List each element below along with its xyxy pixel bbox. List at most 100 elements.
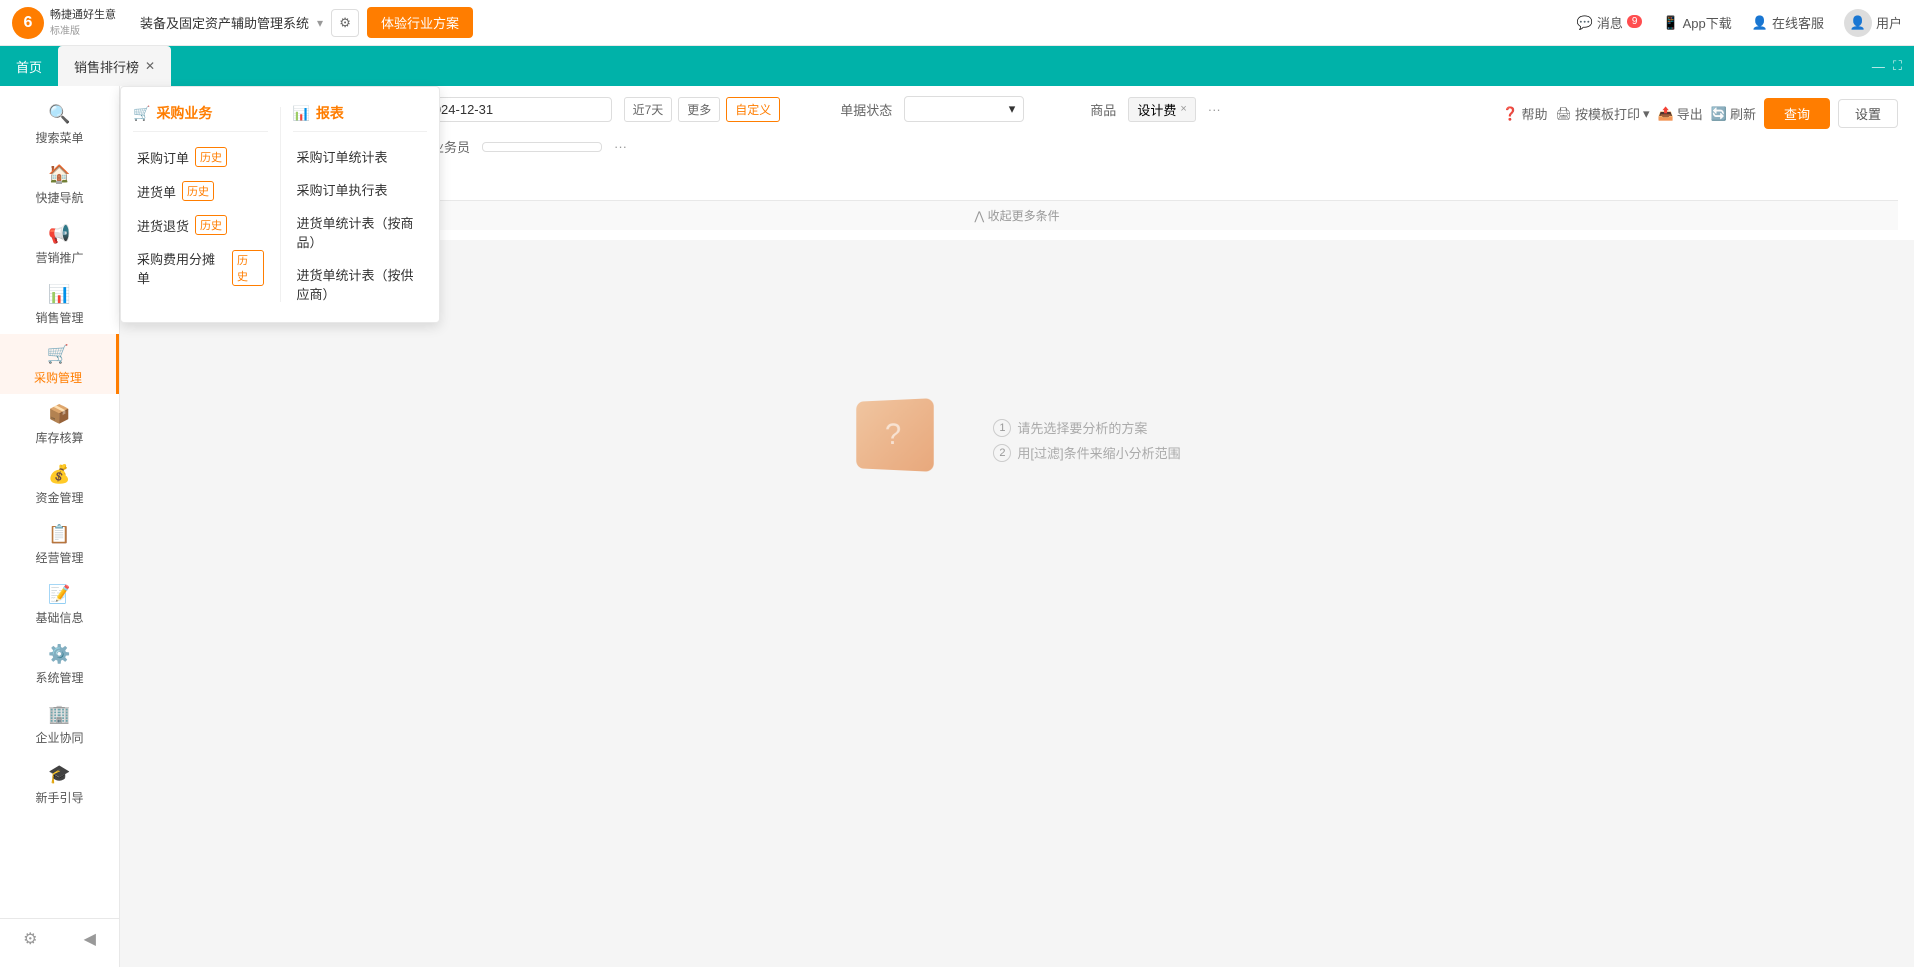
top-header: 6 畅捷通好生意 标准版 装备及固定资产辅助管理系统 ▾ ⚙ 体验行业方案 💬 … [0,0,1914,46]
help-button[interactable]: ❓ 帮助 [1502,104,1547,123]
system-icon: ⚙️ [48,644,70,665]
dropdown-report-inbound-supplier[interactable]: 进货单统计表（按供应商） [293,258,428,310]
sidebar-item-inventory[interactable]: 📦 库存核算 [0,394,119,454]
refresh-button[interactable]: 🔄 刷新 [1711,104,1756,123]
select-arrow: ▾ [1009,101,1016,117]
dropdown-purchase-inbound[interactable]: 进货单 历史 [133,174,268,208]
search-icon: 🔍 [48,104,70,125]
sidebar-item-search[interactable]: 🔍 搜索菜单 [0,94,119,154]
logo-sub: 标准版 [50,22,116,37]
collapse-up-icon: ⋀ [974,209,984,223]
empty-hint-1: 1 请先选择要分析的方案 [993,418,1180,437]
tab-sales-rank[interactable]: 销售排行榜 ✕ [58,46,171,86]
industry-button[interactable]: 体验行业方案 [367,7,473,38]
sales-icon: 📊 [48,284,70,305]
online-service-button[interactable]: 👤 在线客服 [1752,13,1824,32]
print-button[interactable]: 🖨 按模板打印 ▾ [1556,104,1650,123]
dropdown-purchase-return[interactable]: 进货退货 历史 [133,208,268,242]
empty-hints: 1 请先选择要分析的方案 2 用[过滤]条件来缩小分析范围 [993,418,1180,462]
action-buttons: ❓ 帮助 🖨 按模板打印 ▾ 📤 导出 🔄 刷新 查询 设置 [1502,98,1898,129]
settings-button[interactable]: ⚙ [331,9,359,37]
service-icon: 👤 [1752,15,1768,31]
tab-home[interactable]: 首页 [0,46,58,86]
enterprise-icon: 🏢 [48,704,70,725]
dropdown-purchase-title: 🛒 采购业务 [133,99,268,132]
user-avatar: 👤 [1844,9,1872,37]
dropdown-report-title: 📊 报表 [293,99,428,132]
mobile-icon: 📱 [1662,15,1678,31]
date-presets: 近7天 更多 自定义 [624,97,781,122]
marketing-icon: 📢 [48,224,70,245]
empty-hint-2: 2 用[过滤]条件来缩小分析范围 [993,443,1180,462]
hist-badge-inbound: 历史 [182,181,214,201]
hist-badge-return: 历史 [195,215,227,235]
refresh-icon: 🔄 [1711,106,1727,122]
message-button[interactable]: 💬 消息 9 [1577,13,1643,32]
dropdown-purchase-expense[interactable]: 采购费用分摊单 历史 [133,242,268,294]
basic-info-icon: 📝 [48,584,70,605]
preset-more[interactable]: 更多 [678,97,720,122]
print-icon: 🖨 [1556,106,1573,122]
purchase-icon: 🛒 [47,344,69,365]
query-button[interactable]: 查询 [1764,98,1830,129]
sidebar-bottom: ⚙ ◀ [0,918,119,959]
sidebar-item-enterprise[interactable]: 🏢 企业协同 [0,694,119,754]
operations-icon: 📋 [48,524,70,545]
help-icon: ❓ [1502,106,1518,122]
sidebar: 🔍 搜索菜单 🏠 快捷导航 📢 营销推广 📊 销售管理 🛒 采购管理 📦 库存核… [0,86,120,967]
sidebar-item-operations[interactable]: 📋 经营管理 [0,514,119,574]
voucher-status-label: 单据状态 [832,100,892,119]
sidebar-item-basic-info[interactable]: 📝 基础信息 [0,574,119,634]
beginner-icon: 🎓 [48,764,70,785]
sidebar-item-marketing[interactable]: 📢 营销推广 [0,214,119,274]
sidebar-item-sales[interactable]: 📊 销售管理 [0,274,119,334]
dropdown-report-inbound-goods[interactable]: 进货单统计表（按商品） [293,206,428,258]
title-dropdown-arrow[interactable]: ▾ [317,16,323,30]
hint-num-2: 2 [993,444,1011,462]
content-area: 🛒 采购业务 采购订单 历史 进货单 历史 进货退货 历史 采购费用分摊单 [120,86,1914,967]
main-layout: 🔍 搜索菜单 🏠 快捷导航 📢 营销推广 📊 销售管理 🛒 采购管理 📦 库存核… [0,86,1914,967]
capital-icon: 💰 [48,464,70,485]
sidebar-item-system[interactable]: ⚙️ 系统管理 [0,634,119,694]
empty-icon [853,400,953,480]
date-end-input[interactable] [418,97,612,122]
window-controls: — ⛶ [1860,58,1914,74]
goods-label: 商品 [1056,100,1116,119]
dropdown-col-purchase: 🛒 采购业务 采购订单 历史 进货单 历史 进货退货 历史 采购费用分摊单 [121,99,280,310]
print-dropdown-icon: ▾ [1643,106,1650,122]
sidebar-item-quick-nav[interactable]: 🏠 快捷导航 [0,154,119,214]
logo-icon: 6 [12,7,44,39]
header-right: 💬 消息 9 📱 App下载 👤 在线客服 👤 用户 [1577,9,1902,37]
app-download-button[interactable]: 📱 App下载 [1662,13,1731,32]
sidebar-settings-icon[interactable]: ⚙ [23,929,37,949]
preset-custom[interactable]: 自定义 [726,97,780,122]
dropdown-report-order-exec[interactable]: 采购订单执行表 [293,173,428,206]
home-icon: 🏠 [48,164,70,185]
minimize-icon[interactable]: — [1872,59,1885,74]
sidebar-collapse-icon[interactable]: ◀ [84,929,96,949]
dropdown-report-order-stat[interactable]: 采购订单统计表 [293,140,428,173]
user-button[interactable]: 👤 用户 [1844,9,1902,37]
goods-filter-tag: 设计费 × [1128,97,1195,122]
tab-close-icon[interactable]: ✕ [145,59,155,73]
dropdown-purchase-order[interactable]: 采购订单 历史 [133,140,268,174]
dropdown-col-report: 📊 报表 采购订单统计表 采购订单执行表 进货单统计表（按商品） 进货单统计表（… [281,99,440,310]
sidebar-item-purchase[interactable]: 🛒 采购管理 [0,334,119,394]
sidebar-item-beginner[interactable]: 🎓 新手引导 [0,754,119,814]
export-button[interactable]: 📤 导出 [1658,104,1703,123]
salesperson-select[interactable] [482,142,602,152]
inventory-icon: 📦 [48,404,70,425]
hint-num-1: 1 [993,419,1011,437]
system-title: 装备及固定资产辅助管理系统 ▾ ⚙ 体验行业方案 [140,7,1577,38]
maximize-icon[interactable]: ⛶ [1893,58,1902,74]
preset-7days[interactable]: 近7天 [624,97,673,122]
salesperson-ellipsis[interactable]: ··· [614,139,627,154]
sidebar-item-capital[interactable]: 💰 资金管理 [0,454,119,514]
set-button[interactable]: 设置 [1838,99,1898,128]
tab-bar: 首页 销售排行榜 ✕ — ⛶ [0,46,1914,86]
logo-text: 畅捷通好生意 [50,8,116,22]
goods-more-ellipsis[interactable]: ··· [1208,102,1221,117]
empty-icon-shape [857,398,934,472]
voucher-status-select[interactable]: ▾ [904,96,1024,122]
goods-tag-close[interactable]: × [1180,103,1186,115]
